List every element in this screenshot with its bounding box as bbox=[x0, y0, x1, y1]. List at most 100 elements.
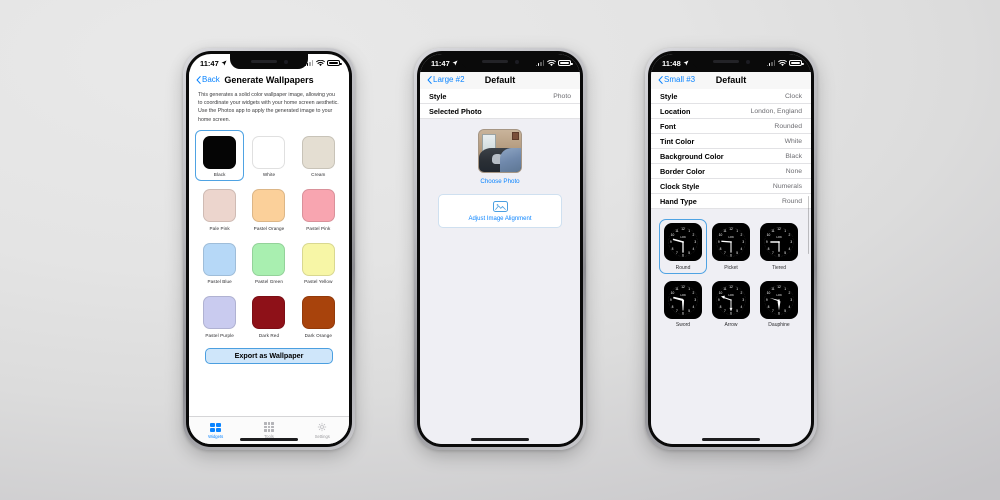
scroll-indicator[interactable] bbox=[807, 195, 809, 254]
swatch-white[interactable]: White bbox=[244, 130, 293, 182]
table-row-style[interactable]: Style Clock bbox=[651, 89, 811, 104]
table-row-hand-type[interactable]: Hand Type Round bbox=[651, 194, 811, 209]
table-row-style[interactable]: Style Photo bbox=[420, 89, 580, 104]
table-row-border-color[interactable]: Border Color None bbox=[651, 164, 811, 179]
svg-text:8: 8 bbox=[720, 247, 722, 251]
widgets-icon bbox=[210, 422, 222, 432]
swatch-pastel-pink[interactable]: Pastel Pink bbox=[294, 183, 343, 235]
swatch-label: Dark Orange bbox=[304, 332, 333, 338]
clock-label: Arrow bbox=[724, 322, 738, 328]
swatch-label: Pale Pink bbox=[209, 225, 230, 231]
phone-bezel-1: 11:47 Back Generate Wallpapers This gene… bbox=[186, 51, 352, 447]
export-as-wallpaper-button[interactable]: Export as Wallpaper bbox=[205, 347, 333, 364]
row-label: Hand Type bbox=[660, 196, 697, 206]
status-time-2: 11:47 bbox=[431, 58, 450, 68]
table-row-tint-color[interactable]: Tint Color White bbox=[651, 134, 811, 149]
swatch-pastel-purple[interactable]: Pastel Purple bbox=[195, 290, 244, 342]
home-indicator-1[interactable] bbox=[240, 437, 298, 441]
svg-text:12: 12 bbox=[777, 285, 781, 289]
selected-photo-area: Choose Photo bbox=[420, 119, 580, 185]
choose-photo-button[interactable]: Choose Photo bbox=[480, 178, 519, 185]
swatch-dark-orange[interactable]: Dark Orange bbox=[294, 290, 343, 342]
svg-text:LON: LON bbox=[728, 236, 733, 239]
swatch-black[interactable]: Black bbox=[195, 129, 245, 182]
tab-label: Widgets bbox=[208, 433, 224, 439]
chevron-left-icon bbox=[196, 75, 201, 84]
table-row-background-color[interactable]: Background Color Black bbox=[651, 149, 811, 164]
svg-text:5: 5 bbox=[736, 251, 738, 255]
phone-screen-1: 11:47 Back Generate Wallpapers This gene… bbox=[189, 54, 349, 444]
swatch-color-dark-red bbox=[252, 296, 286, 330]
phone-device-1: 11:47 Back Generate Wallpapers This gene… bbox=[183, 48, 355, 450]
svg-text:2: 2 bbox=[693, 233, 695, 237]
back-button-3[interactable]: Small #3 bbox=[658, 75, 695, 84]
swatch-pastel-yellow[interactable]: Pastel Yellow bbox=[294, 237, 343, 289]
svg-text:11: 11 bbox=[723, 229, 727, 233]
svg-text:8: 8 bbox=[672, 304, 674, 308]
swatch-pastel-blue[interactable]: Pastel Blue bbox=[195, 237, 244, 289]
svg-text:9: 9 bbox=[670, 298, 672, 302]
wifi-icon bbox=[777, 59, 787, 66]
adjust-image-alignment-button[interactable]: Adjust Image Alignment bbox=[438, 194, 562, 228]
swatch-color-pastel-blue bbox=[203, 242, 237, 276]
earpiece-speaker-icon bbox=[481, 60, 508, 63]
clock-face-dauphine: 12 1 2 345 678 9 10 11 LON bbox=[760, 280, 798, 319]
battery-icon bbox=[327, 59, 342, 67]
earpiece-speaker-icon bbox=[712, 60, 739, 63]
home-indicator-2[interactable] bbox=[471, 437, 529, 441]
swatch-pastel-green[interactable]: Pastel Green bbox=[244, 237, 293, 289]
row-label: Style bbox=[429, 91, 447, 101]
tab-widgets[interactable]: Widgets bbox=[189, 422, 242, 439]
back-button-label-3: Small #3 bbox=[664, 75, 696, 84]
front-camera-icon bbox=[514, 59, 519, 64]
wallpaper-generator-body: This generates a solid color wallpaper i… bbox=[189, 89, 349, 444]
row-value: Numerals bbox=[772, 182, 802, 190]
svg-text:7: 7 bbox=[772, 251, 774, 255]
tab-tools[interactable]: Tools bbox=[242, 422, 295, 439]
svg-text:2: 2 bbox=[741, 233, 743, 237]
clock-option-dauphine[interactable]: 12 1 2 345 678 9 10 11 LON Dauphine bbox=[755, 277, 803, 332]
clock-option-sword[interactable]: 12 1 2 345 678 9 10 11 LON Sword bbox=[659, 277, 707, 332]
svg-text:7: 7 bbox=[772, 309, 774, 313]
row-value: Rounded bbox=[774, 122, 802, 130]
back-button-1[interactable]: Back bbox=[196, 75, 220, 84]
home-indicator-3[interactable] bbox=[702, 437, 760, 441]
svg-text:11: 11 bbox=[675, 229, 679, 233]
swatch-pale-pink[interactable]: Pale Pink bbox=[195, 183, 244, 235]
tab-settings[interactable]: Settings bbox=[296, 422, 349, 439]
row-label: Border Color bbox=[660, 166, 705, 176]
swatch-label: Pastel Green bbox=[254, 279, 283, 285]
phone-screen-3: 11:48 Small #3 Default Style Clock Locat… bbox=[651, 54, 811, 444]
table-row-clock-style[interactable]: Clock Style Numerals bbox=[651, 179, 811, 194]
swatch-pastel-orange[interactable]: Pastel Orange bbox=[244, 183, 293, 235]
clock-dial-icon: 12 12 345 678 91011 LON bbox=[764, 227, 794, 257]
swatch-dark-red[interactable]: Dark Red bbox=[244, 290, 293, 342]
image-alignment-icon bbox=[492, 201, 508, 212]
svg-text:11: 11 bbox=[675, 286, 679, 290]
row-label: Tint Color bbox=[660, 136, 695, 146]
clock-option-tiered[interactable]: 12 1 2 345 678 9 10 11 LON Tiered bbox=[755, 219, 803, 274]
clock-label: Dauphine bbox=[768, 322, 790, 328]
row-label: Background Color bbox=[660, 151, 724, 161]
swatch-label: Pastel Blue bbox=[207, 279, 232, 285]
clock-label: Picket bbox=[724, 264, 738, 271]
table-row-selected-photo[interactable]: Selected Photo bbox=[420, 104, 580, 119]
swatch-label: White bbox=[262, 172, 276, 178]
svg-text:5: 5 bbox=[784, 309, 786, 313]
clock-option-arrow[interactable]: 12 1 2 345 678 9 10 11 LON Arrow bbox=[707, 277, 755, 332]
swatch-color-pastel-purple bbox=[203, 296, 237, 330]
swatch-color-pastel-yellow bbox=[301, 242, 335, 276]
svg-text:12: 12 bbox=[681, 227, 685, 231]
clock-option-picket[interactable]: 12 1 2 345 678 9 10 11 LON Picket bbox=[707, 219, 755, 274]
clock-option-round[interactable]: 12 1 2 345 678 9 10 11 LON Round bbox=[659, 219, 707, 274]
photo-thumbnail[interactable] bbox=[478, 129, 522, 173]
back-button-2[interactable]: Large #2 bbox=[427, 75, 465, 84]
svg-text:1: 1 bbox=[784, 286, 786, 290]
gear-icon bbox=[318, 422, 327, 432]
table-row-font[interactable]: Font Rounded bbox=[651, 119, 811, 134]
swatch-cream[interactable]: Cream bbox=[294, 130, 343, 182]
svg-text:10: 10 bbox=[719, 291, 723, 295]
wifi-icon bbox=[546, 59, 556, 66]
table-row-location[interactable]: Location London, England bbox=[651, 104, 811, 119]
swatch-color-pastel-pink bbox=[301, 189, 335, 223]
